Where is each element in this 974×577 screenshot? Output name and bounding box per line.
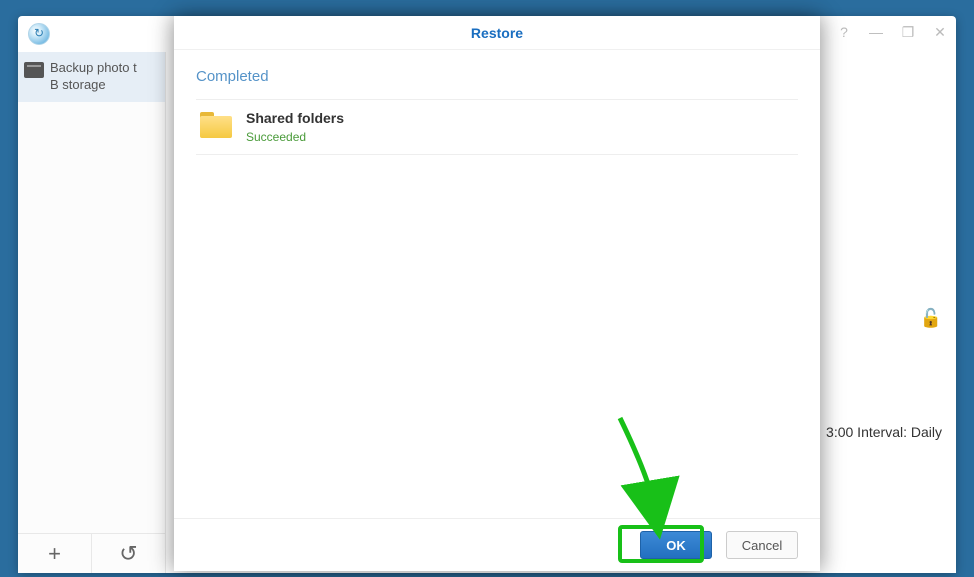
dialog-footer: OK Cancel xyxy=(174,518,820,571)
dialog-body: Completed Shared folders Succeeded xyxy=(174,50,820,518)
window-controls: ? — ❐ ✕ xyxy=(836,24,948,40)
restore-dialog: Restore Completed Shared folders Succeed… xyxy=(174,16,820,571)
status-heading: Completed xyxy=(196,68,798,85)
task-line1: Backup photo t xyxy=(50,60,137,75)
minimize-button[interactable]: — xyxy=(868,24,884,40)
dialog-title: Restore xyxy=(174,16,820,50)
sidebar-toolbar: + ↺ xyxy=(18,533,165,573)
result-name: Shared folders xyxy=(246,110,344,126)
maximize-button[interactable]: ❐ xyxy=(900,24,916,40)
history-button[interactable]: ↺ xyxy=(92,534,165,573)
add-task-button[interactable]: + xyxy=(18,534,92,573)
app-icon xyxy=(28,23,50,45)
sidebar: Backup photo t B storage + ↺ xyxy=(18,52,166,573)
close-button[interactable]: ✕ xyxy=(932,24,948,40)
lock-icon[interactable]: 🔓 xyxy=(920,308,942,329)
result-item: Shared folders Succeeded xyxy=(196,100,798,155)
ok-button[interactable]: OK xyxy=(640,531,712,559)
result-text: Shared folders Succeeded xyxy=(246,110,344,144)
result-status: Succeeded xyxy=(246,130,344,144)
schedule-text: 3:00 Interval: Daily xyxy=(826,424,942,440)
task-line2: B storage xyxy=(50,77,137,94)
folder-icon xyxy=(200,112,232,138)
cancel-button[interactable]: Cancel xyxy=(726,531,798,559)
backup-task-item[interactable]: Backup photo t B storage xyxy=(18,52,165,102)
result-list: Shared folders Succeeded xyxy=(196,99,798,155)
task-icon xyxy=(24,62,44,78)
task-label: Backup photo t B storage xyxy=(50,60,137,94)
help-button[interactable]: ? xyxy=(836,24,852,40)
